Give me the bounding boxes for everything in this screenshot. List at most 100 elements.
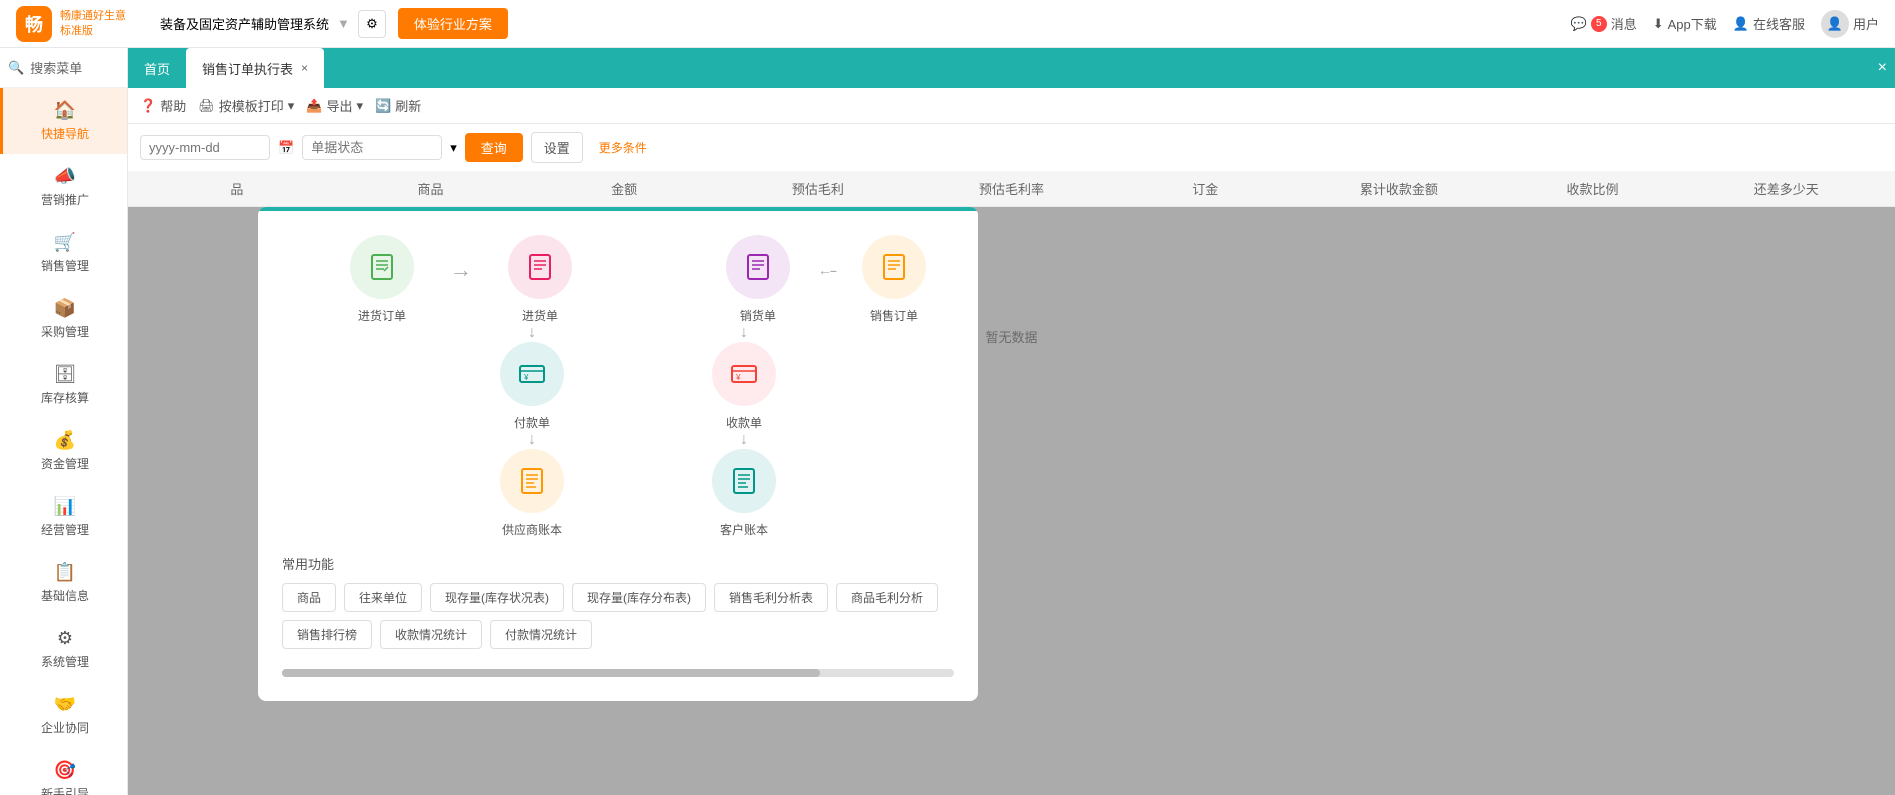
s2 bbox=[592, 431, 684, 449]
help-button[interactable]: ❓ 帮助 bbox=[140, 96, 186, 115]
app-download-label: App下载 bbox=[1668, 14, 1717, 33]
sidebar-item-beginner-guide[interactable]: 🎯 新手引导 bbox=[0, 748, 127, 795]
page-header: ❓ 帮助 🖨 按模板打印 ▾ 📤 导出 ▾ 🔄 刷新 bbox=[128, 88, 1895, 124]
sales-order-icon bbox=[862, 235, 926, 299]
purchase-icon: 📦 bbox=[54, 298, 76, 319]
flow-sales-bill[interactable]: 销货单 bbox=[698, 235, 818, 324]
search-menu[interactable]: 🔍 搜索菜单 bbox=[0, 48, 127, 88]
sidebar-item-sales-mgmt[interactable]: 🛒 销售管理 bbox=[0, 220, 127, 286]
func-btn-contacts[interactable]: 往来单位 bbox=[344, 583, 422, 612]
quick-nav-icon: 🏠 bbox=[54, 100, 76, 121]
common-functions-section: 常用功能 商品 往来单位 现存量(库存状况表) 现存量(库存分布表) 销售毛利分… bbox=[282, 554, 954, 649]
func-btn-sales-ranking[interactable]: 销售排行榜 bbox=[282, 620, 372, 649]
more-conditions-link[interactable]: 更多条件 bbox=[591, 135, 655, 160]
flow-row-3: 供应商账本 客户账本 bbox=[282, 449, 954, 538]
func-btn-sales-profit[interactable]: 销售毛利分析表 bbox=[714, 583, 828, 612]
down-arrow-purchase-bill: ↓ bbox=[472, 324, 592, 342]
online-service-button[interactable]: 👤 在线客服 bbox=[1733, 14, 1805, 33]
modal-overlay[interactable]: 进货订单 → bbox=[128, 207, 1895, 795]
spacer-arrow2 bbox=[804, 324, 834, 342]
date-start-input[interactable] bbox=[140, 135, 270, 160]
online-service-label: 在线客服 bbox=[1753, 14, 1805, 33]
top-right-area: 💬 5 消息 ⬇ App下载 👤 在线客服 👤 用户 bbox=[1571, 10, 1879, 38]
func-btn-goods-profit[interactable]: 商品毛利分析 bbox=[836, 583, 938, 612]
export-button[interactable]: 📤 导出 ▾ bbox=[306, 96, 363, 115]
sidebar-item-purchase-mgmt[interactable]: 📦 采购管理 bbox=[0, 286, 127, 352]
func-btn-stock-status[interactable]: 现存量(库存状况表) bbox=[430, 583, 564, 612]
col-days-remaining: 还差多少天 bbox=[1689, 179, 1883, 198]
sidebar: 🔍 搜索菜单 🏠 快捷导航 📣 营销推广 🛒 销售管理 📦 采购管理 🗄 bbox=[0, 48, 128, 795]
logo-area: 畅 畅康通好生意 标准版 bbox=[16, 6, 144, 42]
col-pin: 品 bbox=[140, 179, 334, 198]
sidebar-item-enterprise-coop[interactable]: 🤝 企业协同 bbox=[0, 682, 127, 748]
sales-icon: 🛒 bbox=[54, 232, 76, 253]
s3 bbox=[804, 431, 954, 449]
try-industry-button[interactable]: 体验行业方案 bbox=[398, 8, 508, 39]
func-btn-receipt-stats[interactable]: 收款情况统计 bbox=[380, 620, 482, 649]
down-arrow-receipt: ↓ bbox=[684, 431, 804, 449]
help-label: 帮助 bbox=[160, 96, 186, 115]
gear-button[interactable]: ⚙ bbox=[358, 10, 386, 38]
modal-scrollbar[interactable] bbox=[282, 661, 954, 677]
finance-icon: 💰 bbox=[54, 430, 76, 451]
tab-close-all[interactable]: × bbox=[1878, 59, 1887, 77]
scroll-thumb[interactable] bbox=[282, 669, 820, 677]
tab-sales-orders-label: 销售订单执行表 bbox=[202, 59, 293, 78]
coop-label: 企业协同 bbox=[41, 719, 89, 736]
sidebar-item-operations[interactable]: 📊 经营管理 bbox=[0, 484, 127, 550]
sales-bill-label: 销货单 bbox=[740, 307, 776, 324]
tab-sales-orders[interactable]: 销售订单执行表 × bbox=[186, 48, 324, 88]
sidebar-item-inventory[interactable]: 🗄 库存核算 bbox=[0, 352, 127, 418]
export-icon: 📤 bbox=[306, 98, 322, 114]
flow-receipt-bill[interactable]: ¥ 收款单 bbox=[684, 342, 804, 431]
flow-sales-order[interactable]: 销售订单 bbox=[834, 235, 954, 324]
export-dropdown-icon: ▾ bbox=[356, 98, 363, 114]
svg-text:¥: ¥ bbox=[523, 373, 529, 382]
tab-home[interactable]: 首页 bbox=[128, 48, 186, 88]
set-button[interactable]: 设置 bbox=[531, 132, 583, 163]
query-button[interactable]: 查询 bbox=[465, 133, 523, 162]
message-button[interactable]: 💬 5 消息 bbox=[1571, 14, 1637, 33]
func-buttons-row1: 商品 往来单位 现存量(库存状况表) 现存量(库存分布表) 销售毛利分析表 商品… bbox=[282, 583, 954, 612]
col-amount: 金额 bbox=[527, 179, 721, 198]
service-icon: 👤 bbox=[1733, 16, 1749, 32]
system-title: 装备及固定资产辅助管理系统 ▼ bbox=[160, 14, 350, 33]
sidebar-item-system-mgmt[interactable]: ⚙ 系统管理 bbox=[0, 616, 127, 682]
operations-label: 经营管理 bbox=[41, 521, 89, 538]
func-btn-goods[interactable]: 商品 bbox=[282, 583, 336, 612]
close-all-icon[interactable]: × bbox=[1878, 59, 1887, 76]
arrow-sales-order-to-bill: ← - - bbox=[818, 262, 834, 278]
sales-order-label: 销售订单 bbox=[870, 307, 918, 324]
flow-customer-account[interactable]: 客户账本 bbox=[684, 449, 804, 538]
sidebar-item-basic-info[interactable]: 📋 基础信息 bbox=[0, 550, 127, 616]
guide-label: 新手引导 bbox=[41, 785, 89, 795]
flow-supplier-account[interactable]: 供应商账本 bbox=[472, 449, 592, 538]
flow-modal: 进货订单 → bbox=[258, 207, 978, 701]
sidebar-item-marketing[interactable]: 📣 营销推广 bbox=[0, 154, 127, 220]
flow-purchase-order[interactable]: 进货订单 bbox=[322, 235, 442, 324]
sidebar-item-finance[interactable]: 💰 资金管理 bbox=[0, 418, 127, 484]
down-arrow-payment: ↓ bbox=[472, 431, 592, 449]
status-select[interactable] bbox=[302, 135, 442, 160]
app-download-button[interactable]: ⬇ App下载 bbox=[1653, 14, 1717, 33]
search-menu-label: 搜索菜单 bbox=[30, 58, 82, 77]
receipt-bill-label: 收款单 bbox=[726, 414, 762, 431]
refresh-button[interactable]: 🔄 刷新 bbox=[375, 96, 421, 115]
print-button[interactable]: 🖨 按模板打印 ▾ bbox=[198, 96, 294, 115]
col-gross-profit-rate: 预估毛利率 bbox=[915, 179, 1109, 198]
print-label: 按模板打印 bbox=[219, 96, 284, 115]
system-dropdown-icon[interactable]: ▼ bbox=[337, 16, 350, 31]
sidebar-item-quick-nav[interactable]: 🏠 快捷导航 bbox=[0, 88, 127, 154]
page-content: 暂无数据 bbox=[128, 207, 1895, 795]
tab-close-icon[interactable]: × bbox=[301, 61, 308, 75]
system-label: 系统管理 bbox=[41, 653, 89, 670]
flow-payment-bill[interactable]: ¥ 付款单 bbox=[472, 342, 592, 431]
func-btn-stock-dist[interactable]: 现存量(库存分布表) bbox=[572, 583, 706, 612]
user-menu[interactable]: 👤 用户 bbox=[1821, 10, 1879, 38]
marketing-icon: 📣 bbox=[54, 166, 76, 187]
flow-purchase-bill[interactable]: 进货单 bbox=[480, 235, 600, 324]
user-avatar: 👤 bbox=[1821, 10, 1849, 38]
col-accumulated-receipts: 累计收款金额 bbox=[1302, 179, 1496, 198]
flow-row-arrows2: ↓ ↓ bbox=[282, 431, 954, 449]
func-btn-payment-stats[interactable]: 付款情况统计 bbox=[490, 620, 592, 649]
